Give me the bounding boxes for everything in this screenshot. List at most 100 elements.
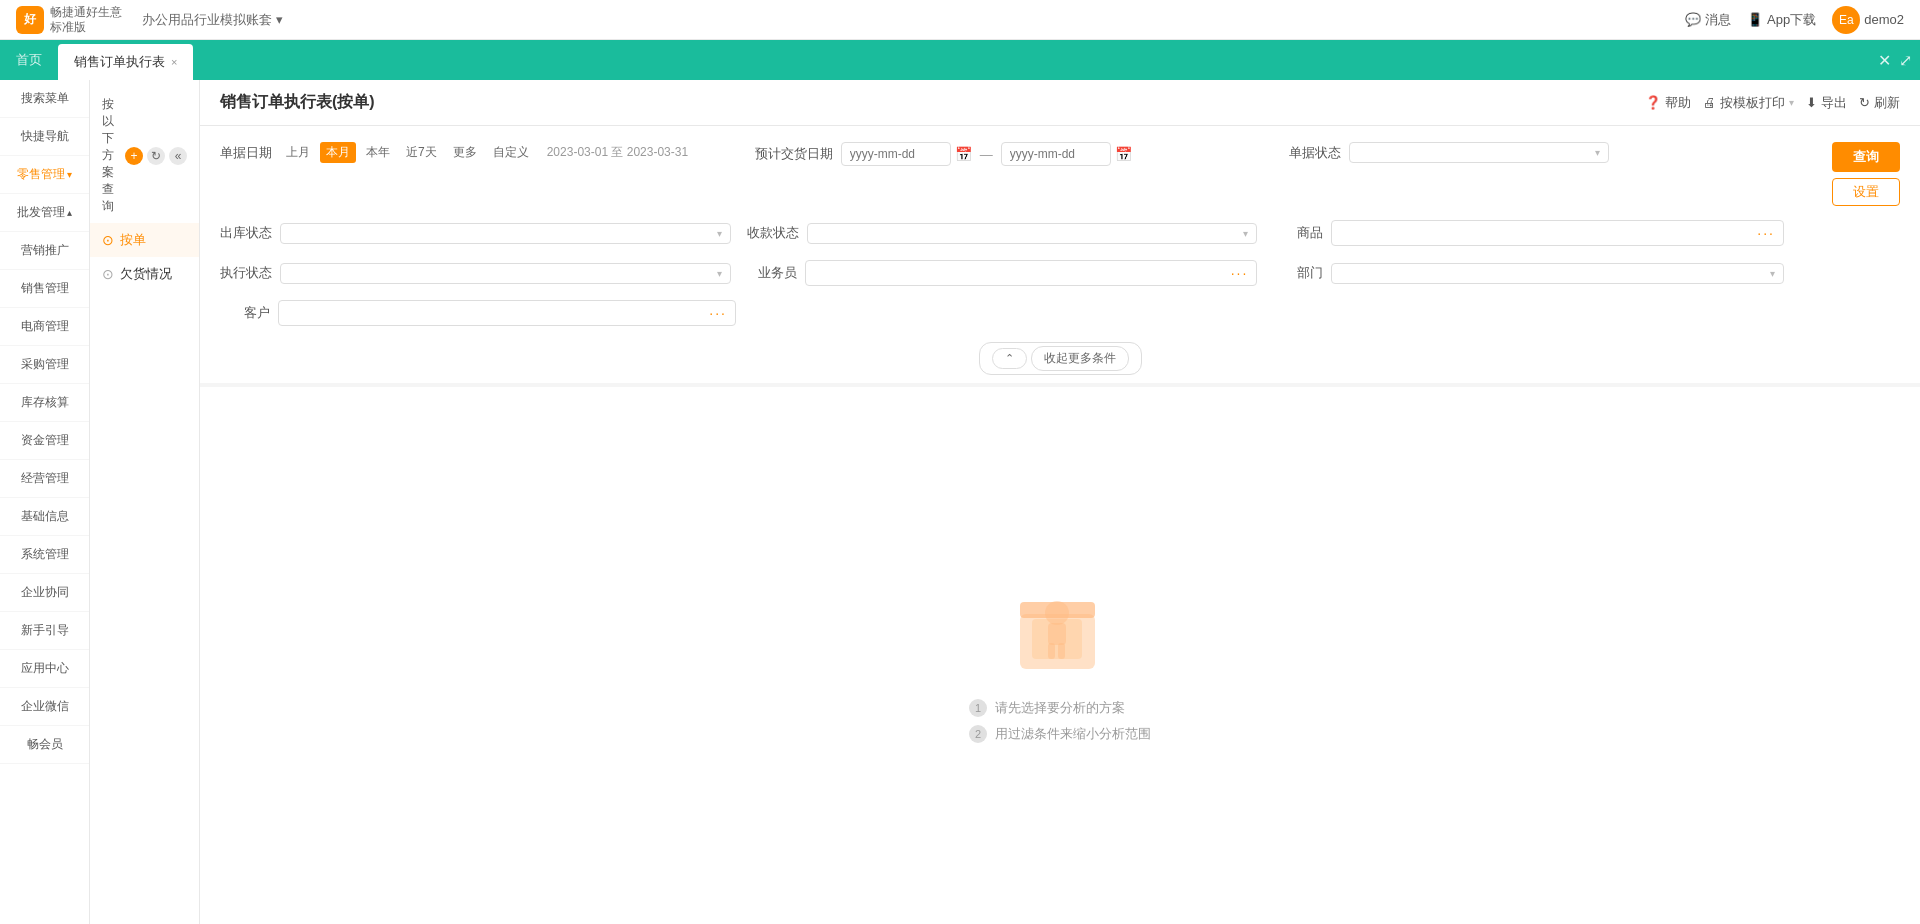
sub-sidebar-add-btn[interactable]: +: [125, 147, 143, 165]
salesperson-dots-icon: ···: [1231, 265, 1249, 281]
sidebar-item-ecom-mgmt[interactable]: 电商管理: [0, 308, 89, 346]
sub-sidebar-actions: + ↻ «: [125, 147, 187, 165]
execution-status-select[interactable]: ▾: [280, 263, 731, 284]
date-separator: —: [980, 147, 993, 162]
department-chevron-icon: ▾: [1770, 268, 1775, 279]
sidebar-item-member[interactable]: 畅会员: [0, 726, 89, 764]
sub-sidebar-item-by-order[interactable]: ⊙ 按单: [90, 223, 199, 257]
top-bar-right: 💬 消息 📱 App下载 Ea demo2: [1685, 6, 1904, 34]
customer-label: 客户: [220, 304, 270, 322]
empty-hint-1: 1 请先选择要分析的方案: [969, 699, 1151, 717]
breadcrumb-dropdown-icon[interactable]: ▾: [276, 12, 283, 27]
sidebar-item-search-menu[interactable]: 搜索菜单: [0, 80, 89, 118]
sidebar-item-quick-nav[interactable]: 快捷导航: [0, 118, 89, 156]
execution-status-chevron-icon: ▾: [717, 268, 722, 279]
print-dropdown-icon: ▾: [1789, 97, 1794, 108]
sub-sidebar-header: 按以下方案查询 + ↻ «: [90, 88, 199, 223]
date-tab-last-month[interactable]: 上月: [280, 142, 316, 163]
execution-status-label: 执行状态: [220, 264, 272, 282]
sidebar-item-corp-collab[interactable]: 企业协同: [0, 574, 89, 612]
svg-rect-4: [1048, 623, 1066, 645]
collection-status-select[interactable]: ▾: [807, 223, 1258, 244]
logo-text: 畅捷通好生意 标准版: [50, 5, 122, 34]
window-close-btn[interactable]: ✕: [1878, 51, 1891, 70]
export-icon: ⬇: [1806, 95, 1817, 110]
sidebar-item-retail-mgmt[interactable]: 零售管理 ▾: [0, 156, 89, 194]
empty-illustration: [1000, 569, 1120, 679]
salesperson-select[interactable]: ···: [805, 260, 1258, 286]
sidebar-item-system-mgmt[interactable]: 系统管理: [0, 536, 89, 574]
app-download-btn[interactable]: 📱 App下载: [1747, 11, 1816, 29]
date-tab-this-year[interactable]: 本年: [360, 142, 396, 163]
salesperson-label: 业务员: [747, 264, 797, 282]
empty-hint-2: 2 用过滤条件来缩小分析范围: [969, 725, 1151, 743]
logo-icon: 好: [16, 6, 44, 34]
goods-dots-icon: ···: [1757, 225, 1775, 241]
sidebar-item-purchase-mgmt[interactable]: 采购管理: [0, 346, 89, 384]
date-tab-7days[interactable]: 近7天: [400, 142, 443, 163]
search-actions: 查询 设置: [1832, 142, 1900, 206]
status-select[interactable]: ▾: [1349, 142, 1609, 163]
help-icon: ❓: [1645, 95, 1661, 110]
sidebar-item-wholesale-mgmt[interactable]: 批发管理 ▴: [0, 194, 89, 232]
breadcrumb: 办公用品行业模拟账套 ▾: [142, 11, 283, 29]
forecast-date-start-input[interactable]: [841, 142, 951, 166]
collapse-more-btn[interactable]: ⌃ 收起更多条件: [220, 334, 1900, 379]
sidebar-item-new-guide[interactable]: 新手引导: [0, 612, 89, 650]
sidebar: 搜索菜单 快捷导航 零售管理 ▾ 批发管理 ▴ 营销推广 销售管理 电商管理 采: [0, 80, 90, 924]
help-btn[interactable]: ❓ 帮助: [1645, 94, 1691, 112]
main-layout: 搜索菜单 快捷导航 零售管理 ▾ 批发管理 ▴ 营销推广 销售管理 电商管理 采: [0, 80, 1920, 924]
empty-hints: 1 请先选择要分析的方案 2 用过滤条件来缩小分析范围: [969, 699, 1151, 743]
export-btn[interactable]: ⬇ 导出: [1806, 94, 1847, 112]
forecast-date-end-input[interactable]: [1001, 142, 1111, 166]
sub-sidebar-refresh-btn[interactable]: ↻: [147, 147, 165, 165]
status-select-chevron-icon: ▾: [1595, 147, 1600, 158]
sidebar-item-corp-wechat[interactable]: 企业微信: [0, 688, 89, 726]
tab-sales-order-exec[interactable]: 销售订单执行表 ×: [58, 44, 193, 80]
by-debt-icon: ⊙: [102, 266, 114, 282]
date-tab-custom[interactable]: 自定义: [487, 142, 535, 163]
goods-select[interactable]: ···: [1331, 220, 1784, 246]
customer-dots-icon: ···: [709, 305, 727, 321]
window-maximize-btn[interactable]: ⤢: [1899, 51, 1912, 70]
tab-home[interactable]: 首页: [0, 40, 58, 80]
settings-btn[interactable]: 设置: [1832, 178, 1900, 206]
search-btn[interactable]: 查询: [1832, 142, 1900, 172]
top-bar: 好 畅捷通好生意 标准版 办公用品行业模拟账套 ▾ 💬 消息 📱 App下载 E…: [0, 0, 1920, 40]
svg-rect-6: [1058, 643, 1065, 659]
forecast-date-label: 预计交货日期: [755, 145, 833, 163]
tab-close-icon[interactable]: ×: [171, 56, 177, 68]
tab-bar-right: ✕ ⤢: [1878, 51, 1920, 70]
sub-sidebar-collapse-btn[interactable]: «: [169, 147, 187, 165]
by-order-icon: ⊙: [102, 232, 114, 248]
sidebar-item-operations-mgmt[interactable]: 经营管理: [0, 460, 89, 498]
content-area: 销售订单执行表(按单) ❓ 帮助 🖨 按模板打印 ▾ ⬇ 导出 ↻ 刷新: [200, 80, 1920, 924]
sidebar-item-marketing[interactable]: 营销推广: [0, 232, 89, 270]
avatar: Ea: [1832, 6, 1860, 34]
date-tab-more[interactable]: 更多: [447, 142, 483, 163]
customer-select[interactable]: ···: [278, 300, 736, 326]
message-btn[interactable]: 💬 消息: [1685, 11, 1731, 29]
department-label: 部门: [1273, 264, 1323, 282]
shipment-status-select[interactable]: ▾: [280, 223, 731, 244]
collection-status-label: 收款状态: [747, 224, 799, 242]
sidebar-item-finance-mgmt[interactable]: 资金管理: [0, 422, 89, 460]
message-icon: 💬: [1685, 12, 1701, 27]
forecast-date-end: 📅: [1001, 142, 1132, 166]
print-icon: 🖨: [1703, 95, 1716, 110]
user-area[interactable]: Ea demo2: [1832, 6, 1904, 34]
sub-sidebar-item-by-debt[interactable]: ⊙ 欠货情况: [90, 257, 199, 291]
collection-status-chevron-icon: ▾: [1243, 228, 1248, 239]
refresh-btn[interactable]: ↻ 刷新: [1859, 94, 1900, 112]
status-label: 单据状态: [1289, 144, 1341, 162]
sidebar-item-sales-mgmt[interactable]: 销售管理: [0, 270, 89, 308]
sidebar-item-inventory[interactable]: 库存核算: [0, 384, 89, 422]
tab-bar: 首页 销售订单执行表 × ✕ ⤢: [0, 40, 1920, 80]
sidebar-item-app-center[interactable]: 应用中心: [0, 650, 89, 688]
sidebar-item-basic-info[interactable]: 基础信息: [0, 498, 89, 536]
wholesale-mgmt-arrow-icon: ▴: [67, 207, 72, 218]
department-select[interactable]: ▾: [1331, 263, 1784, 284]
print-btn[interactable]: 🖨 按模板打印 ▾: [1703, 94, 1794, 112]
page-header: 销售订单执行表(按单) ❓ 帮助 🖨 按模板打印 ▾ ⬇ 导出 ↻ 刷新: [200, 80, 1920, 126]
date-tab-this-month[interactable]: 本月: [320, 142, 356, 163]
